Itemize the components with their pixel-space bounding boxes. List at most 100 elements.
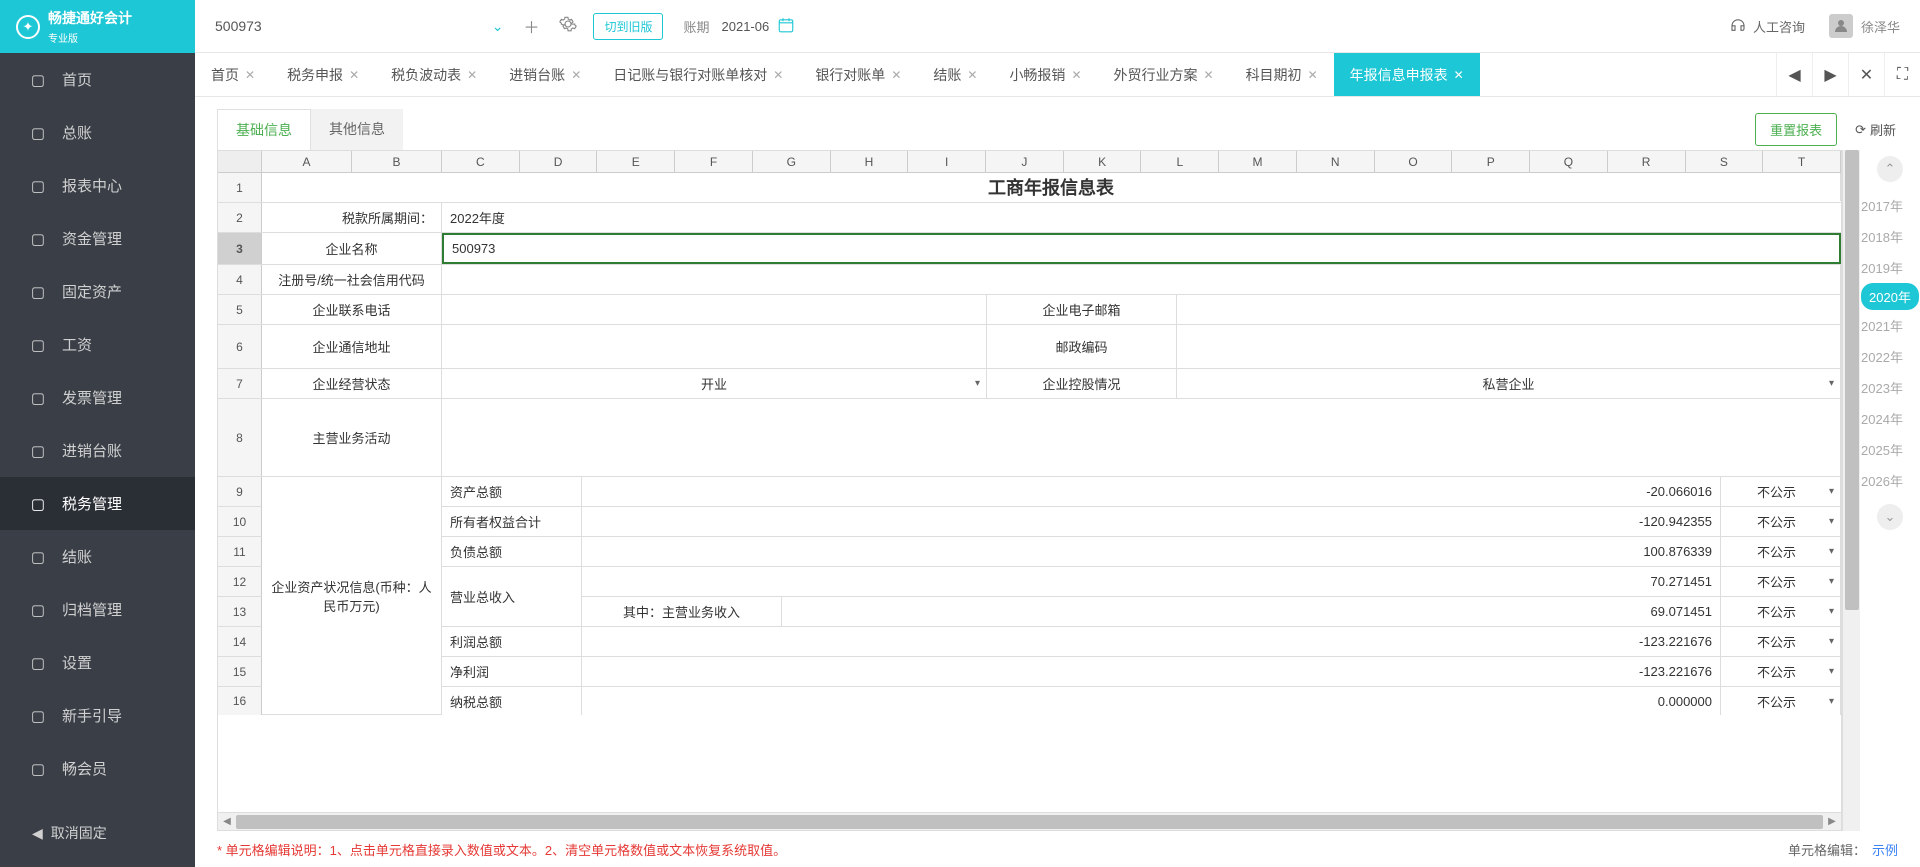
publish-select[interactable]: 不公示 bbox=[1721, 507, 1841, 536]
hscroll-thumb[interactable] bbox=[236, 815, 1823, 829]
year-option[interactable]: 2018年 bbox=[1861, 221, 1919, 252]
year-scroll-down[interactable]: ⌄ bbox=[1877, 504, 1903, 530]
item-value[interactable]: -120.942355 bbox=[582, 507, 1721, 536]
row-header[interactable]: 16 bbox=[218, 687, 262, 715]
holding-label[interactable]: 企业控股情况 bbox=[987, 369, 1177, 398]
reg-code-value[interactable] bbox=[442, 265, 1841, 294]
nav-item-close[interactable]: ▢结账 bbox=[0, 530, 195, 583]
col-header[interactable]: S bbox=[1686, 151, 1764, 172]
sidebar-unpin[interactable]: ◀ 取消固定 bbox=[0, 803, 195, 867]
add-icon[interactable]: ＋ bbox=[523, 14, 539, 38]
main-biz-value[interactable] bbox=[442, 399, 1841, 476]
tab-scroll-right[interactable]: ▶ bbox=[1812, 53, 1848, 96]
col-header[interactable]: P bbox=[1452, 151, 1530, 172]
status-select[interactable]: 开业 ▾ bbox=[442, 369, 987, 398]
nav-item-ledger[interactable]: ▢总账 bbox=[0, 106, 195, 159]
item-value[interactable]: -123.221676 bbox=[582, 657, 1721, 686]
nav-item-home[interactable]: ▢首页 bbox=[0, 53, 195, 106]
user-menu[interactable]: 徐泽华 bbox=[1829, 14, 1900, 38]
item-label[interactable]: 所有者权益合计 bbox=[442, 507, 582, 536]
sub-item-label[interactable]: 其中：主营业务收入 bbox=[582, 597, 782, 626]
item-value[interactable]: 69.071451 bbox=[782, 597, 1721, 626]
refresh-button[interactable]: ⟳ 刷新 bbox=[1855, 120, 1896, 139]
company-name-input[interactable]: 500973 bbox=[442, 233, 1841, 264]
corner-cell[interactable] bbox=[218, 151, 262, 172]
col-header[interactable]: N bbox=[1297, 151, 1375, 172]
item-label[interactable]: 营业总收入 bbox=[442, 567, 582, 627]
publish-select[interactable]: 不公示 bbox=[1721, 657, 1841, 686]
publish-select[interactable]: 不公示 bbox=[1721, 687, 1841, 715]
status-label[interactable]: 企业经营状态 bbox=[262, 369, 442, 398]
period-label-cell[interactable]: 税款所属期间： bbox=[262, 203, 442, 232]
main-biz-label[interactable]: 主营业务活动 bbox=[262, 399, 442, 476]
col-header[interactable]: L bbox=[1141, 151, 1219, 172]
close-icon[interactable]: ✕ bbox=[1204, 68, 1214, 82]
publish-select[interactable]: 不公示 bbox=[1721, 597, 1841, 626]
subtab[interactable]: 其他信息 bbox=[311, 109, 403, 150]
col-header[interactable]: M bbox=[1219, 151, 1297, 172]
switch-old-version-button[interactable]: 切到旧版 bbox=[593, 13, 663, 40]
support-button[interactable]: 人工咨询 bbox=[1729, 16, 1805, 37]
row-header[interactable]: 11 bbox=[218, 537, 262, 567]
tab[interactable]: 日记账与银行对账单核对✕ bbox=[597, 53, 799, 96]
row-header[interactable]: 6 bbox=[218, 325, 262, 368]
horizontal-scrollbar[interactable]: ◀ ▶ bbox=[218, 812, 1841, 830]
calendar-icon[interactable] bbox=[777, 16, 795, 37]
address-label[interactable]: 企业通信地址 bbox=[262, 325, 442, 368]
nav-item-salary[interactable]: ▢工资 bbox=[0, 318, 195, 371]
year-scroll-up[interactable]: ⌃ bbox=[1877, 156, 1903, 182]
tab[interactable]: 进销台账✕ bbox=[493, 53, 597, 96]
row-header[interactable]: 3 bbox=[218, 233, 262, 264]
close-icon[interactable]: ✕ bbox=[467, 68, 477, 82]
tab[interactable]: 科目期初✕ bbox=[1230, 53, 1334, 96]
scroll-left-icon[interactable]: ◀ bbox=[218, 813, 236, 830]
col-header[interactable]: T bbox=[1763, 151, 1841, 172]
period-value-cell[interactable]: 2022年度 bbox=[442, 203, 1841, 232]
col-header[interactable]: C bbox=[442, 151, 520, 172]
col-header[interactable]: I bbox=[908, 151, 986, 172]
phone-value[interactable] bbox=[442, 295, 987, 324]
nav-item-chart[interactable]: ▢报表中心 bbox=[0, 159, 195, 212]
year-option[interactable]: 2017年 bbox=[1861, 190, 1919, 221]
col-header[interactable]: F bbox=[675, 151, 753, 172]
year-option[interactable]: 2022年 bbox=[1861, 341, 1919, 372]
postcode-value[interactable] bbox=[1177, 325, 1841, 368]
row-header[interactable]: 15 bbox=[218, 657, 262, 687]
publish-select[interactable]: 不公示 bbox=[1721, 537, 1841, 566]
close-icon[interactable]: ✕ bbox=[773, 68, 783, 82]
row-header[interactable]: 12 bbox=[218, 567, 262, 597]
publish-select[interactable]: 不公示 bbox=[1721, 477, 1841, 506]
tab-close-all[interactable]: ✕ bbox=[1848, 53, 1884, 96]
subtab[interactable]: 基础信息 bbox=[217, 109, 311, 150]
scroll-right-icon[interactable]: ▶ bbox=[1823, 813, 1841, 830]
sheet-title[interactable]: 工商年报信息表 bbox=[262, 173, 1841, 201]
example-link[interactable]: 示例 bbox=[1872, 840, 1898, 859]
row-header[interactable]: 5 bbox=[218, 295, 262, 324]
tab[interactable]: 税负波动表✕ bbox=[375, 53, 493, 96]
email-label[interactable]: 企业电子邮箱 bbox=[987, 295, 1177, 324]
tab[interactable]: 银行对账单✕ bbox=[799, 53, 917, 96]
gear-icon[interactable] bbox=[559, 15, 577, 38]
item-value[interactable]: -20.066016 bbox=[582, 477, 1721, 506]
year-option[interactable]: 2025年 bbox=[1861, 434, 1919, 465]
row-header[interactable]: 9 bbox=[218, 477, 262, 507]
col-header[interactable]: Q bbox=[1530, 151, 1608, 172]
nav-item-stock[interactable]: ▢进销台账 bbox=[0, 424, 195, 477]
fullscreen-icon[interactable]: ⛶ bbox=[1884, 53, 1920, 96]
col-header[interactable]: H bbox=[831, 151, 909, 172]
close-icon[interactable]: ✕ bbox=[245, 68, 255, 82]
vertical-scrollbar[interactable] bbox=[1842, 150, 1860, 831]
row-header[interactable]: 4 bbox=[218, 265, 262, 294]
nav-item-archive[interactable]: ▢归档管理 bbox=[0, 583, 195, 636]
tab[interactable]: 年报信息申报表✕ bbox=[1334, 53, 1480, 96]
year-option[interactable]: 2021年 bbox=[1861, 310, 1919, 341]
row-header[interactable]: 1 bbox=[218, 173, 262, 202]
nav-item-money[interactable]: ▢资金管理 bbox=[0, 212, 195, 265]
publish-select[interactable]: 不公示 bbox=[1721, 627, 1841, 656]
nav-item-vip[interactable]: ▢畅会员 bbox=[0, 742, 195, 795]
col-header[interactable]: A bbox=[262, 151, 352, 172]
col-header[interactable]: B bbox=[352, 151, 442, 172]
tab-scroll-left[interactable]: ◀ bbox=[1776, 53, 1812, 96]
tab[interactable]: 首页✕ bbox=[195, 53, 271, 96]
close-icon[interactable]: ✕ bbox=[1071, 68, 1081, 82]
